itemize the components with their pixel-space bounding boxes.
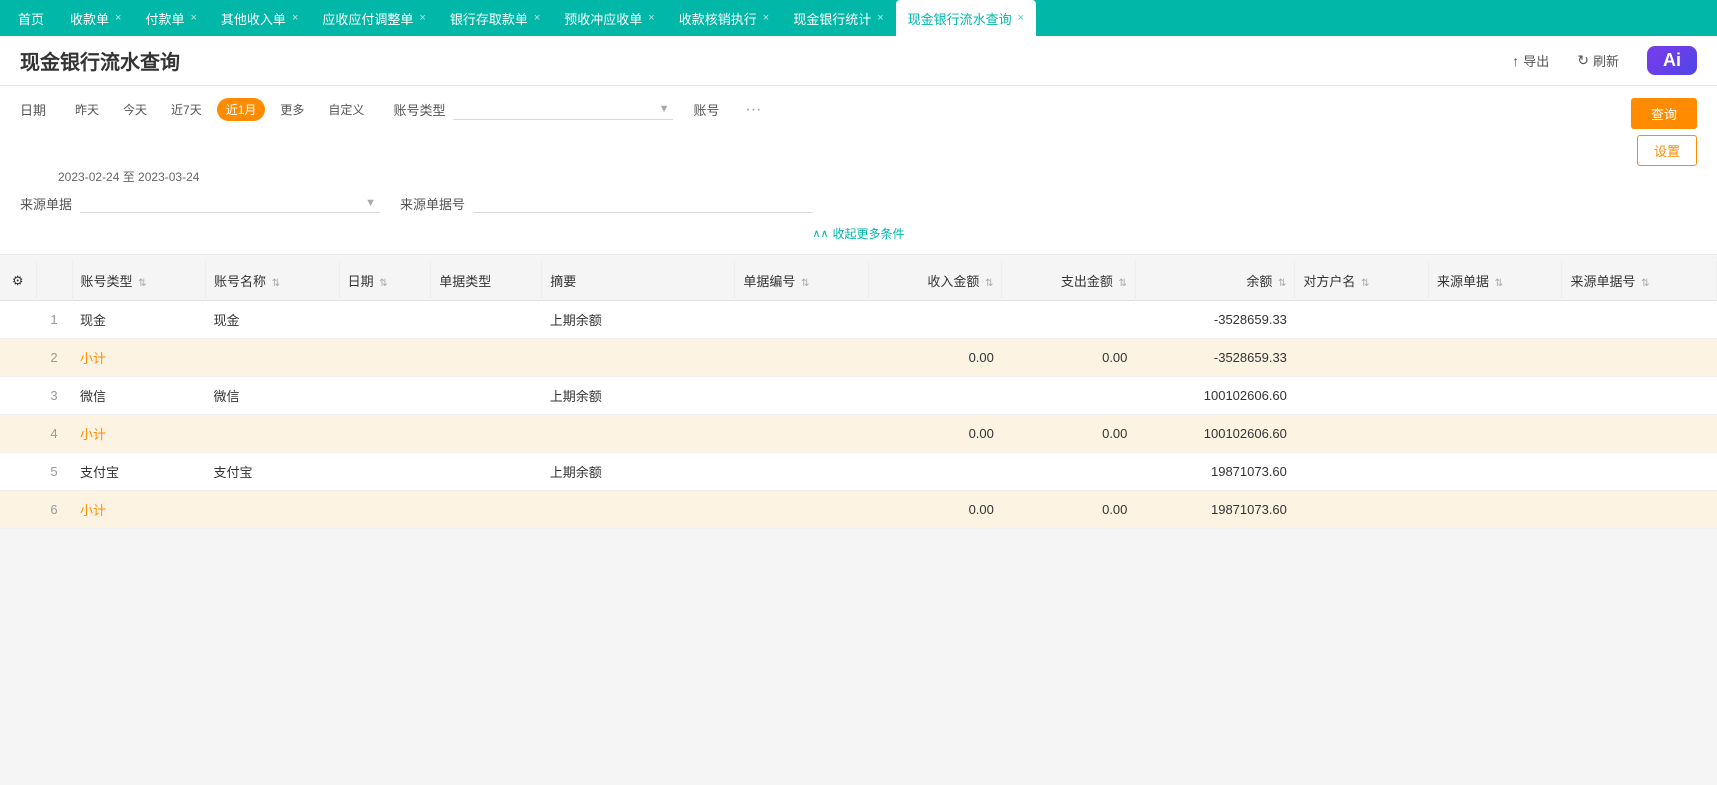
nav-home[interactable]: 首页 — [4, 0, 58, 36]
account-type-select[interactable]: ▼ — [453, 100, 673, 120]
nav-tab-1[interactable]: 付款单 × — [133, 0, 208, 36]
account-more-icon[interactable]: ··· — [741, 101, 765, 119]
nav-tab-8[interactable]: 现金银行流水查询 × — [896, 0, 1036, 36]
date-option-昨天[interactable]: 昨天 — [66, 98, 108, 121]
account-filter-group: 账号 ··· — [693, 100, 765, 119]
settings-button[interactable]: 设置 — [1637, 135, 1697, 166]
close-icon[interactable]: × — [877, 12, 883, 24]
date-option-近1月[interactable]: 近1月 — [217, 98, 266, 121]
date-option-近7天[interactable]: 近7天 — [162, 98, 211, 121]
column-doc-type[interactable]: 单据类型 — [431, 261, 542, 301]
column-counterparty[interactable]: 对方户名 ⇅ — [1295, 261, 1429, 301]
date-filter-group: 日期 昨天今天近7天近1月更多自定义 — [20, 98, 373, 121]
nav-tab-5[interactable]: 预收冲应收单 × — [552, 0, 666, 36]
table-row: 2小计0.000.00-3528659.33 — [0, 339, 1717, 377]
column-idx — [36, 261, 72, 301]
nav-tab-2[interactable]: 其他收入单 × — [209, 0, 310, 36]
table-row: 5支付宝支付宝上期余额19871073.60 — [0, 453, 1717, 491]
collapse-up-icon: ∧∧ — [812, 227, 828, 240]
source-doc-no-group: 来源单据号 — [400, 193, 813, 213]
main-table: ⚙ 账号类型 ⇅ 账号名称 ⇅ 日期 ⇅ 单据类型 摘要 单据编号 ⇅ 收入金额… — [0, 261, 1717, 529]
date-label: 日期 — [20, 100, 60, 119]
page-header: 现金银行流水查询 ↑ 导出 ↻ 刷新 Ai — [0, 36, 1717, 86]
date-option-自定义[interactable]: 自定义 — [319, 98, 373, 121]
action-buttons: 查询 设置 — [1631, 98, 1697, 166]
column-gear[interactable]: ⚙ — [0, 261, 36, 301]
close-icon[interactable]: × — [190, 12, 196, 24]
nav-tab-4[interactable]: 银行存取款单 × — [438, 0, 552, 36]
column-balance[interactable]: 余额 ⇅ — [1135, 261, 1295, 301]
table-header-row: ⚙ 账号类型 ⇅ 账号名称 ⇅ 日期 ⇅ 单据类型 摘要 单据编号 ⇅ 收入金额… — [0, 261, 1717, 301]
source-doc-group: 来源单据 ▼ — [20, 193, 380, 213]
nav-tab-6[interactable]: 收款核销执行 × — [667, 0, 781, 36]
nav-tab-3[interactable]: 应收应付调整单 × — [310, 0, 437, 36]
table-row: 6小计0.000.0019871073.60 — [0, 491, 1717, 529]
table-row: 4小计0.000.00100102606.60 — [0, 415, 1717, 453]
filter-area: 日期 昨天今天近7天近1月更多自定义 账号类型 ▼ 账号 ··· 查询 设置 — [0, 86, 1717, 255]
date-option-今天[interactable]: 今天 — [114, 98, 156, 121]
close-icon[interactable]: × — [534, 12, 540, 24]
filter-row-2: 来源单据 ▼ 来源单据号 — [20, 193, 1697, 213]
column-doc-no[interactable]: 单据编号 ⇅ — [735, 261, 869, 301]
column-income[interactable]: 收入金额 ⇅ — [868, 261, 1002, 301]
export-button[interactable]: ↑ 导出 — [1504, 47, 1557, 74]
column-date[interactable]: 日期 ⇅ — [339, 261, 431, 301]
table-row: 3微信微信上期余额100102606.60 — [0, 377, 1717, 415]
refresh-button[interactable]: ↻ 刷新 — [1569, 47, 1627, 74]
account-type-filter-group: 账号类型 ▼ — [393, 100, 673, 120]
date-options: 昨天今天近7天近1月更多自定义 — [66, 98, 373, 121]
refresh-icon: ↻ — [1577, 52, 1589, 69]
date-range-display: 2023-02-24 至 2023-03-24 — [58, 170, 199, 184]
source-doc-no-input[interactable] — [473, 193, 813, 213]
close-icon[interactable]: × — [763, 12, 769, 24]
account-type-label: 账号类型 — [393, 100, 445, 119]
close-icon[interactable]: × — [419, 12, 425, 24]
close-icon[interactable]: × — [648, 12, 654, 24]
export-icon: ↑ — [1512, 53, 1519, 69]
page-title: 现金银行流水查询 — [20, 46, 180, 75]
column-source-doc-no[interactable]: 来源单据号 ⇅ — [1562, 261, 1717, 301]
column-summary: 摘要 — [542, 261, 735, 301]
close-icon[interactable]: × — [292, 12, 298, 24]
collapse-bar[interactable]: ∧∧ 收起更多条件 — [20, 221, 1697, 246]
source-doc-no-label: 来源单据号 — [400, 194, 465, 213]
account-type-value — [457, 102, 654, 117]
column-expense[interactable]: 支出金额 ⇅ — [1002, 261, 1136, 301]
query-button[interactable]: 查询 — [1631, 98, 1697, 129]
date-option-更多[interactable]: 更多 — [271, 98, 313, 121]
close-icon[interactable]: × — [1018, 12, 1024, 24]
source-doc-value — [84, 195, 361, 210]
column-account-name[interactable]: 账号名称 ⇅ — [206, 261, 340, 301]
close-icon[interactable]: × — [115, 12, 121, 24]
chevron-down-icon: ▼ — [365, 197, 376, 209]
source-doc-select[interactable]: ▼ — [80, 193, 380, 213]
source-doc-label: 来源单据 — [20, 194, 72, 213]
chevron-down-icon: ▼ — [659, 103, 670, 115]
nav-tab-0[interactable]: 收款单 × — [58, 0, 133, 36]
ai-badge[interactable]: Ai — [1647, 46, 1697, 75]
top-nav: 首页 收款单 × 付款单 × 其他收入单 × 应收应付调整单 × 银行存取款单 … — [0, 0, 1717, 36]
nav-tab-7[interactable]: 现金银行统计 × — [781, 0, 895, 36]
table-container: ⚙ 账号类型 ⇅ 账号名称 ⇅ 日期 ⇅ 单据类型 摘要 单据编号 ⇅ 收入金额… — [0, 261, 1717, 529]
column-source-doc[interactable]: 来源单据 ⇅ — [1428, 261, 1562, 301]
header-actions: ↑ 导出 ↻ 刷新 Ai — [1504, 46, 1697, 75]
account-label: 账号 — [693, 100, 733, 119]
column-account-type[interactable]: 账号类型 ⇅ — [72, 261, 206, 301]
table-row: 1现金现金上期余额-3528659.33 — [0, 301, 1717, 339]
